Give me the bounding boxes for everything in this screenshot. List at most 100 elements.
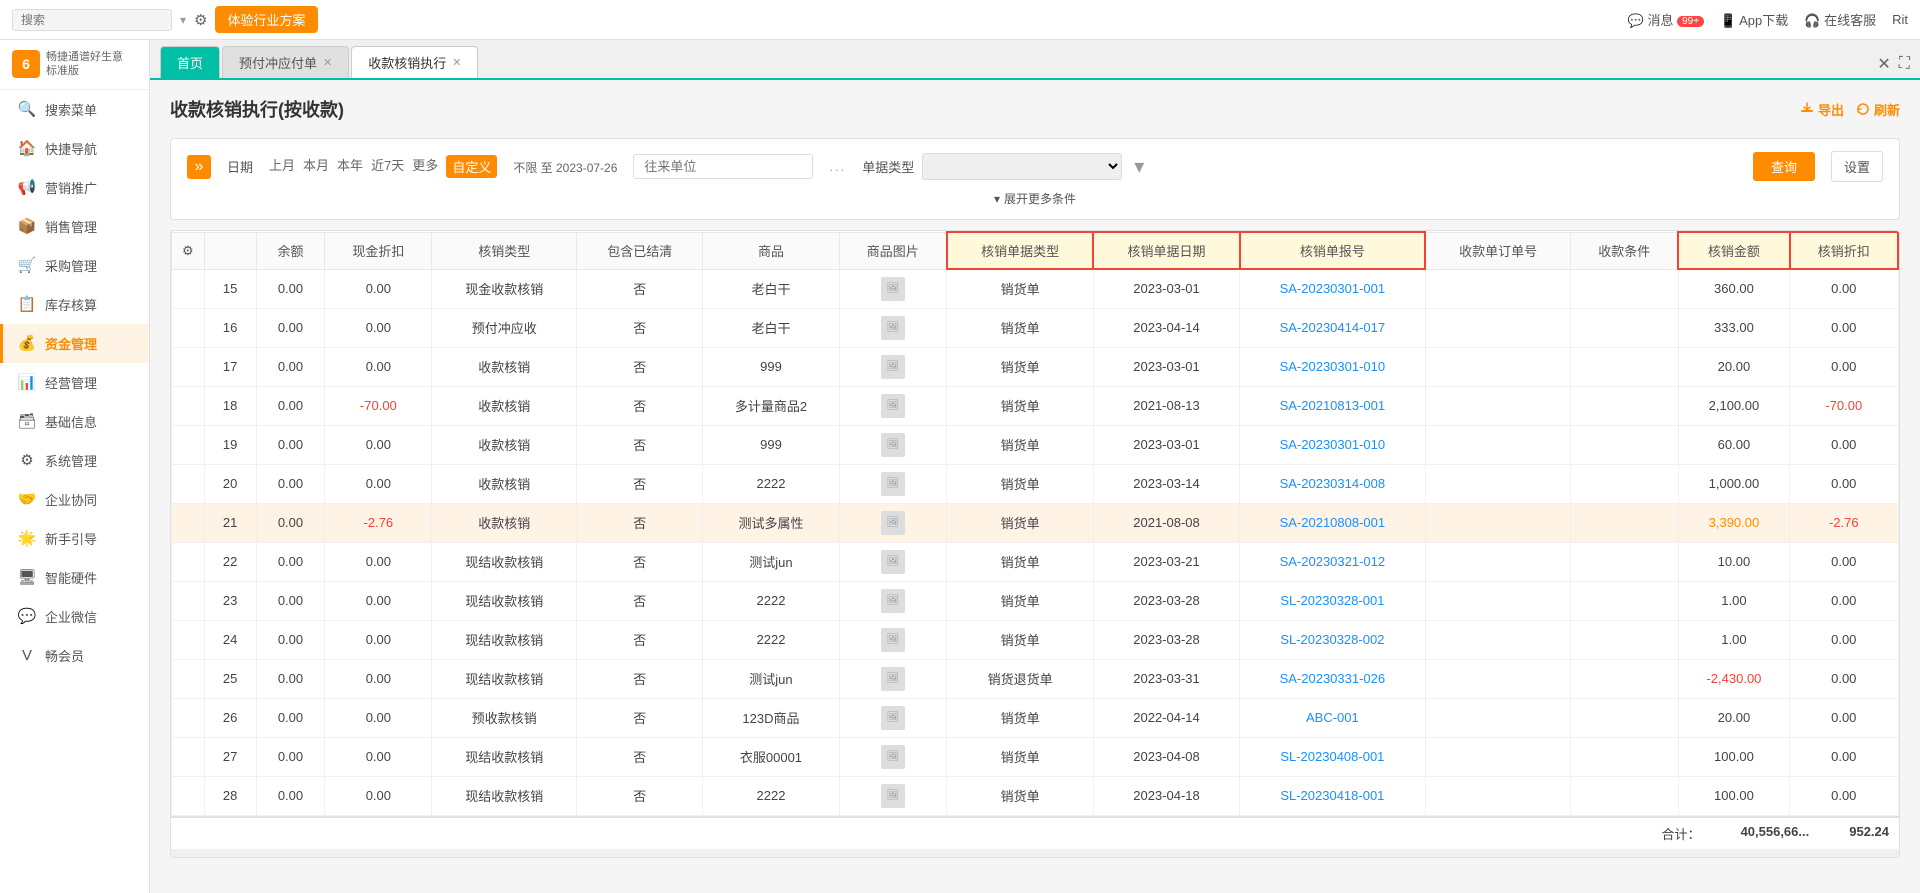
system-gear-icon: ⚙ [17, 451, 37, 469]
voucher-no-link[interactable]: SA-20210813-001 [1280, 398, 1386, 413]
writeoff-voucher-no-cell[interactable]: SA-20210813-001 [1240, 386, 1425, 425]
voucher-no-link[interactable]: SA-20230314-008 [1280, 476, 1386, 491]
refresh-link[interactable]: 刷新 [1856, 100, 1900, 119]
messages-link[interactable]: 💬 消息 99+ [1628, 10, 1704, 29]
sidebar-item-system[interactable]: ⚙ 系统管理 [0, 441, 149, 480]
query-button[interactable]: 查询 [1753, 152, 1815, 181]
filter-toggle-button[interactable]: » [187, 155, 211, 179]
tab-home[interactable]: 首页 [160, 46, 220, 78]
voucher-no-link[interactable]: ABC-001 [1306, 710, 1359, 725]
voucher-no-link[interactable]: SA-20230301-010 [1280, 359, 1386, 374]
writeoff-voucher-no-cell[interactable]: SA-20230301-010 [1240, 347, 1425, 386]
voucher-no-link[interactable]: SL-20230328-001 [1280, 593, 1384, 608]
sidebar-item-business[interactable]: 📊 经营管理 [0, 363, 149, 402]
sidebar-item-inventory[interactable]: 📋 库存核算 [0, 285, 149, 324]
row-settings-cell [172, 386, 205, 425]
writeoff-voucher-no-cell[interactable]: SA-20230321-012 [1240, 542, 1425, 581]
included-settled-cell: 否 [577, 386, 703, 425]
writeoff-voucher-no-cell[interactable]: SA-20230301-010 [1240, 425, 1425, 464]
table-row: 190.000.00收款核销否999🖼销货单2023-03-01SA-20230… [172, 425, 1899, 464]
voucher-no-link[interactable]: SA-20230301-010 [1280, 437, 1386, 452]
writeoff-voucher-no-cell[interactable]: SL-20230328-001 [1240, 581, 1425, 620]
solution-button[interactable]: 体验行业方案 [215, 6, 317, 33]
writeoff-voucher-no-cell[interactable]: SL-20230408-001 [1240, 737, 1425, 776]
search-input[interactable] [12, 9, 172, 31]
chart-icon: 📊 [17, 373, 37, 391]
sidebar-item-newbie[interactable]: 🌟 新手引导 [0, 519, 149, 558]
sidebar-item-basic[interactable]: 🗃 基础信息 [0, 402, 149, 441]
gear-icon[interactable]: ⚙ [194, 11, 207, 29]
writeoff-voucher-no-cell[interactable]: SA-20230414-017 [1240, 308, 1425, 347]
writeoff-voucher-no-cell[interactable]: SA-20230301-001 [1240, 269, 1425, 308]
balance-cell: 0.00 [256, 581, 325, 620]
writeoff-amount-cell: 1,000.00 [1678, 464, 1789, 503]
writeoff-voucher-no-cell[interactable]: SL-20230328-002 [1240, 620, 1425, 659]
voucher-no-link[interactable]: SL-20230418-001 [1280, 788, 1384, 803]
custom-date-link[interactable]: 自定义 [446, 155, 497, 178]
tab-close-prepay[interactable]: ✕ [323, 56, 332, 69]
sidebar-item-finance[interactable]: 💰 资金管理 [0, 324, 149, 363]
row-num-cell: 21 [204, 503, 256, 542]
goods-image-cell: 🖼 [839, 542, 947, 581]
tab-prepay[interactable]: 预付冲应付单 ✕ [222, 46, 349, 78]
tab-receipt-exec[interactable]: 收款核销执行 ✕ [351, 46, 478, 78]
writeoff-voucher-date-cell: 2023-03-21 [1093, 542, 1239, 581]
writeoff-voucher-no-cell[interactable]: SA-20210808-001 [1240, 503, 1425, 542]
sidebar-item-purchase[interactable]: 🛒 采购管理 [0, 246, 149, 285]
this-year-link[interactable]: 本年 [337, 155, 363, 178]
tab-close-receipt-exec[interactable]: ✕ [452, 56, 461, 69]
writeoff-voucher-no-cell[interactable]: SA-20230331-026 [1240, 659, 1425, 698]
voucher-no-link[interactable]: SA-20210808-001 [1280, 515, 1386, 530]
writeoff-amount-cell: 1.00 [1678, 620, 1789, 659]
row-settings-cell [172, 503, 205, 542]
voucher-no-link[interactable]: SA-20230331-026 [1280, 671, 1386, 686]
writeoff-voucher-type-cell: 销货单 [947, 425, 1093, 464]
sidebar-item-quick-nav[interactable]: 🏠 快捷导航 [0, 129, 149, 168]
maximize-button[interactable]: ⛶ [1899, 55, 1910, 73]
voucher-no-link[interactable]: SL-20230408-001 [1280, 749, 1384, 764]
last-7days-link[interactable]: 近7天 [371, 155, 404, 178]
writeoff-voucher-no-cell[interactable]: ABC-001 [1240, 698, 1425, 737]
voucher-no-link[interactable]: SA-20230414-017 [1280, 320, 1386, 335]
th-settings[interactable]: ⚙ [172, 232, 205, 269]
goods-image-cell: 🖼 [839, 698, 947, 737]
app-download-link[interactable]: 📱 App下载 [1720, 10, 1788, 29]
more-link[interactable]: 更多 [412, 155, 438, 178]
sidebar-label: 系统管理 [45, 451, 97, 470]
goods-image-cell: 🖼 [839, 425, 947, 464]
voucher-no-link[interactable]: SA-20230301-001 [1280, 281, 1386, 296]
sidebar-label: 企业微信 [45, 607, 97, 626]
export-link[interactable]: 导出 [1800, 100, 1844, 119]
chevron-down-icon: ▾ [994, 192, 1000, 206]
writeoff-type-cell: 现结收款核销 [432, 776, 577, 815]
receipt-condition-cell [1571, 542, 1679, 581]
page-content: 收款核销执行(按收款) 导出 刷新 » 日期 [150, 80, 1920, 893]
sidebar-item-enterprise[interactable]: 🤝 企业协同 [0, 480, 149, 519]
row-settings-cell [172, 659, 205, 698]
dropdown-chevron-icon[interactable]: ▾ [180, 13, 186, 27]
online-service-link[interactable]: 🎧 在线客服 [1804, 10, 1876, 29]
settings-button[interactable]: 设置 [1831, 151, 1883, 182]
sidebar-item-wechat[interactable]: 💬 企业微信 [0, 597, 149, 636]
row-settings-cell [172, 464, 205, 503]
main-content: 首页 预付冲应付单 ✕ 收款核销执行 ✕ ✕ ⛶ 收款核销执行(按收款) [150, 40, 1920, 893]
writeoff-voucher-no-cell[interactable]: SL-20230418-001 [1240, 776, 1425, 815]
close-tab-button[interactable]: ✕ [1877, 54, 1890, 74]
expand-button[interactable]: ▾ 展开更多条件 [994, 190, 1076, 207]
sidebar-item-marketing[interactable]: 📢 营销推广 [0, 168, 149, 207]
from-unit-input[interactable] [633, 154, 813, 179]
last-month-link[interactable]: 上月 [269, 155, 295, 178]
sidebar-item-sales[interactable]: 📦 销售管理 [0, 207, 149, 246]
goods-cell: 测试jun [703, 542, 840, 581]
sidebar-item-search-menu[interactable]: 🔍 搜索菜单 [0, 90, 149, 129]
table-row: 180.00-70.00收款核销否多计量商品2🖼销货单2021-08-13SA-… [172, 386, 1899, 425]
sidebar-item-hardware[interactable]: 🖥 智能硬件 [0, 558, 149, 597]
sidebar-item-member[interactable]: V 畅会员 [0, 636, 149, 675]
included-settled-cell: 否 [577, 581, 703, 620]
table-scrollbar[interactable] [171, 849, 1899, 857]
voucher-no-link[interactable]: SL-20230328-002 [1280, 632, 1384, 647]
this-month-link[interactable]: 本月 [303, 155, 329, 178]
voucher-type-select[interactable] [922, 153, 1122, 180]
voucher-no-link[interactable]: SA-20230321-012 [1280, 554, 1386, 569]
writeoff-voucher-no-cell[interactable]: SA-20230314-008 [1240, 464, 1425, 503]
